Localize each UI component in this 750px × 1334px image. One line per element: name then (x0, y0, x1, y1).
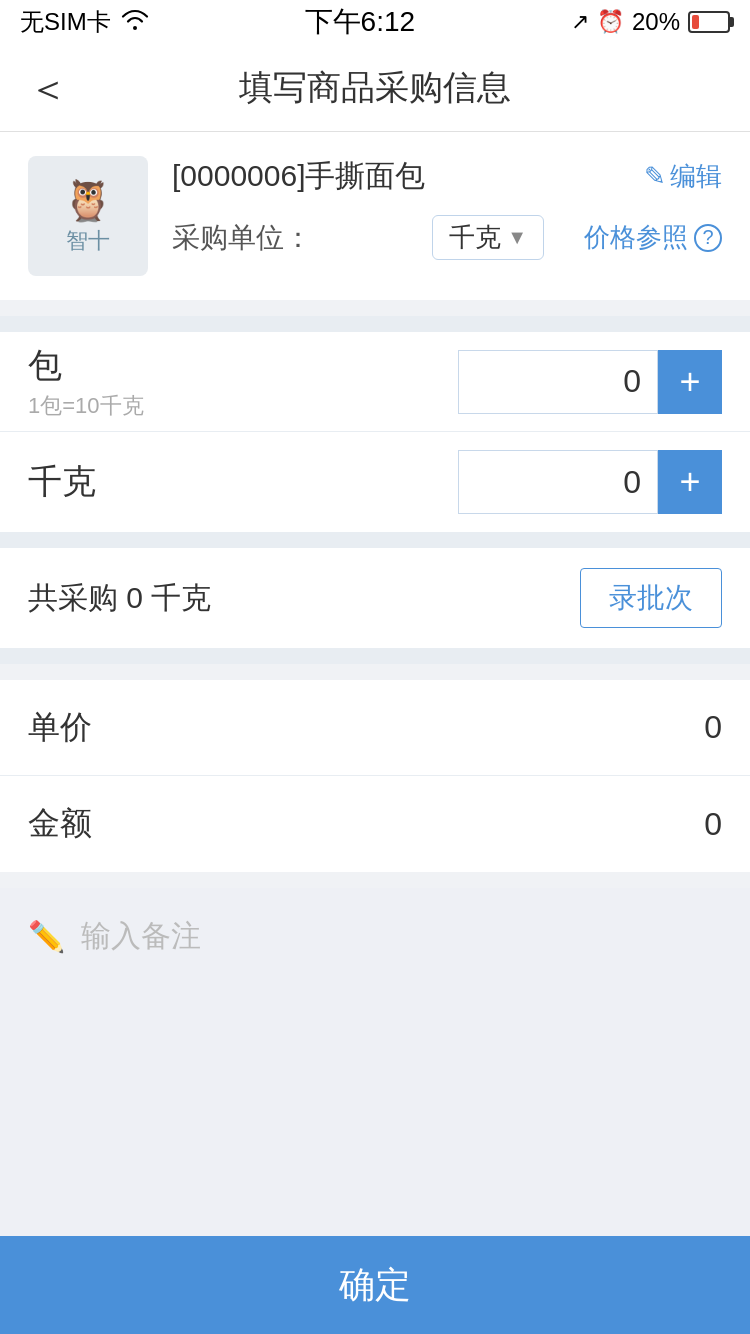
product-name: [0000006]手撕面包 (172, 156, 425, 197)
amount-label: 金额 (28, 802, 92, 846)
product-card: 🦉 智十 [0000006]手撕面包 ✎ 编辑 采购单位： 千克 ▼ (0, 132, 750, 300)
bao-plus-button[interactable]: + (658, 350, 722, 414)
price-ref-label: 价格参照 (584, 220, 688, 255)
battery-percent: 20% (632, 8, 680, 36)
bao-label: 包 (28, 343, 148, 389)
alarm-icon: ⏰ (597, 9, 624, 35)
price-ref-button[interactable]: 价格参照 ? (584, 220, 722, 255)
summary-row: 共采购 0 千克 录批次 (0, 548, 750, 648)
back-button[interactable]: ＜ (28, 68, 68, 108)
edit-label: 编辑 (670, 159, 722, 194)
kg-label-group: 千克 (28, 459, 148, 505)
price-section: 单价 0 金额 0 (0, 680, 750, 872)
status-bar-right: ↗ ⏰ 20% (571, 8, 730, 36)
remark-section[interactable]: ✏️ 输入备注 (0, 888, 750, 985)
edit-button[interactable]: ✎ 编辑 (644, 159, 722, 194)
carrier-text: 无SIM卡 (20, 6, 111, 38)
kg-input[interactable]: 0 (458, 450, 658, 514)
amount-row: 金额 0 (0, 776, 750, 872)
confirm-button[interactable]: 确定 (0, 1236, 750, 1334)
product-name-row: [0000006]手撕面包 ✎ 编辑 (172, 156, 722, 197)
status-bar-left: 无SIM卡 (20, 6, 149, 38)
unit-select[interactable]: 千克 ▼ (432, 215, 544, 260)
status-bar-time: 下午6:12 (305, 3, 416, 41)
edit-icon: ✎ (644, 161, 666, 192)
nav-bar: ＜ 填写商品采购信息 (0, 44, 750, 132)
remark-placeholder: 输入备注 (81, 916, 201, 957)
battery-icon (688, 11, 730, 33)
kg-label: 千克 (28, 459, 148, 505)
kg-input-right: 0 + (148, 450, 722, 514)
kg-input-row: 千克 0 + (0, 432, 750, 532)
input-section: 包 1包=10千克 0 + 千克 0 + (0, 332, 750, 532)
pencil-icon: ✏️ (28, 919, 65, 954)
unit-value: 千克 (449, 220, 501, 255)
brand-text: 智十 (66, 226, 110, 256)
help-icon: ? (694, 224, 722, 252)
product-image: 🦉 智十 (28, 156, 148, 276)
bao-input-row: 包 1包=10千克 0 + (0, 332, 750, 432)
bao-input[interactable]: 0 (458, 350, 658, 414)
unit-label: 采购单位： (172, 219, 312, 257)
main-content: 🦉 智十 [0000006]手撕面包 ✎ 编辑 采购单位： 千克 ▼ (0, 132, 750, 1334)
page-title: 填写商品采购信息 (239, 65, 511, 111)
unit-price-label: 单价 (28, 706, 92, 750)
section-separator-3 (0, 648, 750, 664)
summary-text: 共采购 0 千克 (28, 578, 211, 619)
section-separator-1 (0, 316, 750, 332)
bao-sublabel: 1包=10千克 (28, 391, 148, 421)
bao-input-right: 0 + (148, 350, 722, 414)
owl-icon: 🦉 (63, 177, 113, 224)
unit-price-value: 0 (704, 709, 722, 746)
location-icon: ↗ (571, 9, 589, 35)
unit-price-row: 单价 0 (0, 680, 750, 776)
product-info: [0000006]手撕面包 ✎ 编辑 采购单位： 千克 ▼ 价格参照 ? (172, 156, 722, 260)
amount-value: 0 (704, 806, 722, 843)
dropdown-arrow-icon: ▼ (507, 226, 527, 249)
section-separator-2 (0, 532, 750, 548)
status-bar: 无SIM卡 下午6:12 ↗ ⏰ 20% (0, 0, 750, 44)
batch-button[interactable]: 录批次 (580, 568, 722, 628)
wifi-icon (121, 8, 149, 36)
bao-label-group: 包 1包=10千克 (28, 343, 148, 421)
kg-plus-button[interactable]: + (658, 450, 722, 514)
product-unit-row: 采购单位： 千克 ▼ 价格参照 ? (172, 215, 722, 260)
